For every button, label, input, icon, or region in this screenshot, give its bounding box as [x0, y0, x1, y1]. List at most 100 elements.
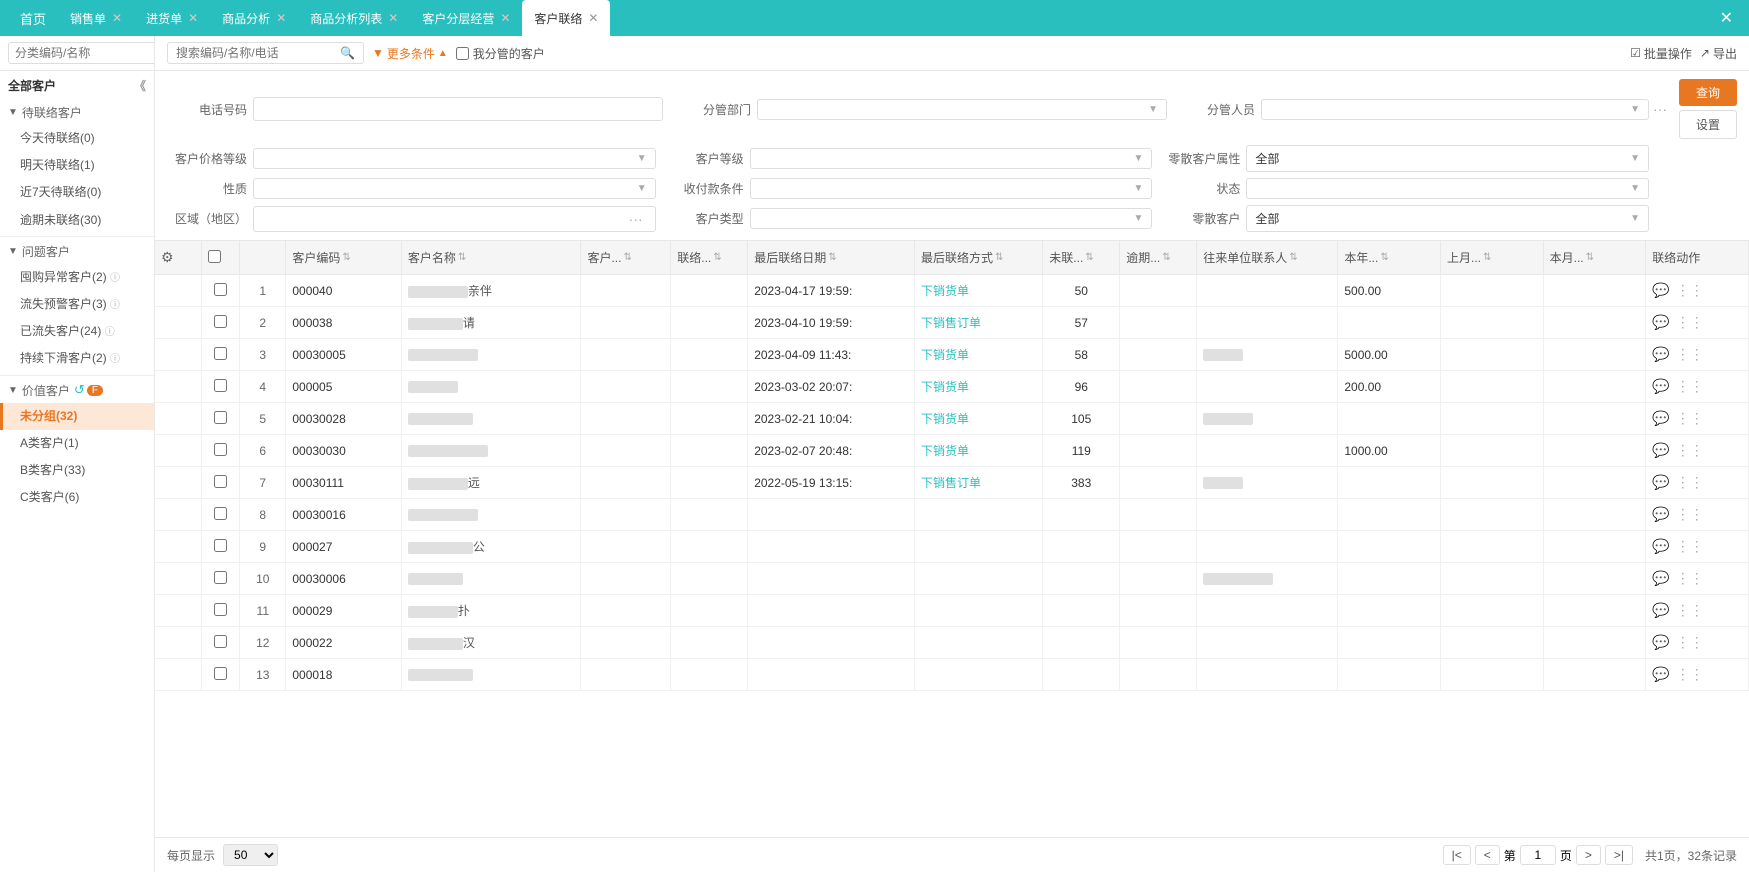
sort-name-icon[interactable]: ⇅	[458, 252, 466, 263]
action-more-icon[interactable]: ⋮⋮	[1676, 570, 1704, 587]
action-chat-icon[interactable]: 💬	[1652, 282, 1669, 299]
sort-lm-icon[interactable]: ⇅	[1483, 252, 1491, 263]
filter-phone-input[interactable]	[253, 97, 663, 121]
filter-search-icon[interactable]: 🔍	[340, 46, 355, 60]
nav-tab-customer-contact[interactable]: 客户联络 ✕	[522, 0, 610, 36]
batch-ops-btn[interactable]: ☑ 批量操作	[1630, 45, 1692, 62]
sidebar-item-overdue[interactable]: 逾期未联络(30)	[0, 207, 154, 234]
row-checkbox[interactable]	[214, 475, 227, 488]
filter-region-select[interactable]: ···	[253, 206, 656, 232]
filter-customer-level-select[interactable]: ▼	[750, 148, 1153, 169]
sidebar-item-7days[interactable]: 近7天待联络(0)	[0, 179, 154, 206]
sort-tm-icon[interactable]: ⇅	[1586, 252, 1594, 263]
sidebar-item-tomorrow[interactable]: 明天待联络(1)	[0, 152, 154, 179]
row-checkbox[interactable]	[214, 347, 227, 360]
filter-dept-select[interactable]: ▼	[757, 99, 1167, 120]
sidebar-item-c-class[interactable]: C类客户(6)	[0, 484, 154, 511]
query-btn[interactable]: 查询	[1679, 79, 1737, 106]
action-more-icon[interactable]: ⋮⋮	[1676, 346, 1704, 363]
table-settings-icon[interactable]: ⚙	[161, 249, 174, 265]
sidebar-group-value[interactable]: ▼ 价值客户 ↺ F	[0, 378, 154, 403]
action-more-icon[interactable]: ⋮⋮	[1676, 538, 1704, 555]
row-checkbox[interactable]	[214, 539, 227, 552]
sort-lcm-icon[interactable]: ⇅	[995, 252, 1003, 263]
action-chat-icon[interactable]: 💬	[1652, 538, 1669, 555]
contact-method-link[interactable]: 下销货单	[921, 284, 969, 298]
sort-type-icon[interactable]: ⇅	[623, 252, 631, 263]
row-checkbox[interactable]	[214, 603, 227, 616]
sidebar-group-pending[interactable]: ▼ 待联络客户	[0, 100, 154, 125]
filter-more-btn[interactable]: ▼ 更多条件 ▲	[372, 45, 448, 62]
action-more-icon[interactable]: ⋮⋮	[1676, 410, 1704, 427]
row-checkbox[interactable]	[214, 571, 227, 584]
pager-prev-btn[interactable]: <	[1475, 845, 1500, 865]
action-chat-icon[interactable]: 💬	[1652, 314, 1669, 331]
row-checkbox[interactable]	[214, 283, 227, 296]
close-sales-tab[interactable]: ✕	[112, 11, 122, 25]
my-customers-checkbox-label[interactable]: 我分管的客户	[456, 45, 545, 62]
sidebar-item-today[interactable]: 今天待联络(0)	[0, 125, 154, 152]
contact-method-link[interactable]: 下销货单	[921, 412, 969, 426]
filter-price-level-select[interactable]: ▼	[253, 148, 656, 169]
row-checkbox[interactable]	[214, 315, 227, 328]
sidebar-item-a-class[interactable]: A类客户(1)	[0, 430, 154, 457]
value-refresh-icon[interactable]: ↺	[74, 382, 85, 398]
nav-tab-sales[interactable]: 销售单 ✕	[58, 0, 134, 36]
filter-person-select[interactable]: ▼	[1261, 99, 1649, 120]
pager-next-btn[interactable]: >	[1576, 845, 1601, 865]
action-chat-icon[interactable]: 💬	[1652, 378, 1669, 395]
action-more-icon[interactable]: ⋮⋮	[1676, 506, 1704, 523]
pager-last-btn[interactable]: >|	[1605, 845, 1633, 865]
nav-tab-customer-segment[interactable]: 客户分层经营 ✕	[410, 0, 522, 36]
row-checkbox[interactable]	[214, 667, 227, 680]
select-all-checkbox[interactable]	[208, 250, 221, 263]
action-more-icon[interactable]: ⋮⋮	[1676, 602, 1704, 619]
filter-retail-attr-select[interactable]: 全部 ▼	[1246, 145, 1649, 172]
filter-person-ellipsis[interactable]: ···	[1649, 101, 1671, 117]
sort-nc-icon[interactable]: ⇅	[1085, 252, 1093, 263]
contact-method-link[interactable]: 下销售订单	[921, 476, 981, 490]
sidebar-all-customers[interactable]: 全部客户 《	[0, 71, 154, 100]
filter-retail-customer-select[interactable]: 全部 ▼	[1246, 205, 1649, 232]
sort-od-icon[interactable]: ⇅	[1162, 252, 1170, 263]
sort-lcd-icon[interactable]: ⇅	[828, 252, 836, 263]
action-chat-icon[interactable]: 💬	[1652, 442, 1669, 459]
close-customer-segment-tab[interactable]: ✕	[500, 11, 510, 25]
filter-payment-select[interactable]: ▼	[750, 178, 1153, 199]
nav-main-close[interactable]: ✕	[1712, 8, 1741, 28]
nav-tab-purchase[interactable]: 进货单 ✕	[134, 0, 210, 36]
export-btn[interactable]: ↗ 导出	[1700, 45, 1737, 62]
close-purchase-tab[interactable]: ✕	[188, 11, 198, 25]
close-product-analysis-list-tab[interactable]: ✕	[388, 11, 398, 25]
sort-code-icon[interactable]: ⇅	[342, 252, 350, 263]
filter-customer-type-select[interactable]: ▼	[750, 208, 1153, 229]
action-more-icon[interactable]: ⋮⋮	[1676, 282, 1704, 299]
action-more-icon[interactable]: ⋮⋮	[1676, 634, 1704, 651]
sort-cc-icon[interactable]: ⇅	[1289, 252, 1297, 263]
contact-method-link[interactable]: 下销货单	[921, 348, 969, 362]
action-chat-icon[interactable]: 💬	[1652, 506, 1669, 523]
row-checkbox[interactable]	[214, 379, 227, 392]
action-chat-icon[interactable]: 💬	[1652, 474, 1669, 491]
action-more-icon[interactable]: ⋮⋮	[1676, 442, 1704, 459]
sidebar-item-churn-warning[interactable]: 流失预警客户(3) ⓘ	[0, 291, 154, 318]
filter-status-select[interactable]: ▼	[1246, 178, 1649, 199]
sidebar-item-declining[interactable]: 持续下滑客户(2) ⓘ	[0, 345, 154, 372]
action-more-icon[interactable]: ⋮⋮	[1676, 474, 1704, 491]
action-chat-icon[interactable]: 💬	[1652, 602, 1669, 619]
action-chat-icon[interactable]: 💬	[1652, 410, 1669, 427]
action-chat-icon[interactable]: 💬	[1652, 666, 1669, 683]
action-more-icon[interactable]: ⋮⋮	[1676, 666, 1704, 683]
sidebar-item-b-class[interactable]: B类客户(33)	[0, 457, 154, 484]
sidebar-item-churned[interactable]: 已流失客户(24) ⓘ	[0, 318, 154, 345]
action-chat-icon[interactable]: 💬	[1652, 346, 1669, 363]
row-checkbox[interactable]	[214, 635, 227, 648]
action-more-icon[interactable]: ⋮⋮	[1676, 378, 1704, 395]
pager-first-btn[interactable]: |<	[1443, 845, 1471, 865]
nav-tab-product-analysis[interactable]: 商品分析 ✕	[210, 0, 298, 36]
filter-nature-select[interactable]: ▼	[253, 178, 656, 199]
contact-method-link[interactable]: 下销售订单	[921, 316, 981, 330]
nav-tab-product-analysis-list[interactable]: 商品分析列表 ✕	[298, 0, 410, 36]
pager-page-input[interactable]	[1520, 845, 1556, 865]
close-product-analysis-tab[interactable]: ✕	[276, 11, 286, 25]
